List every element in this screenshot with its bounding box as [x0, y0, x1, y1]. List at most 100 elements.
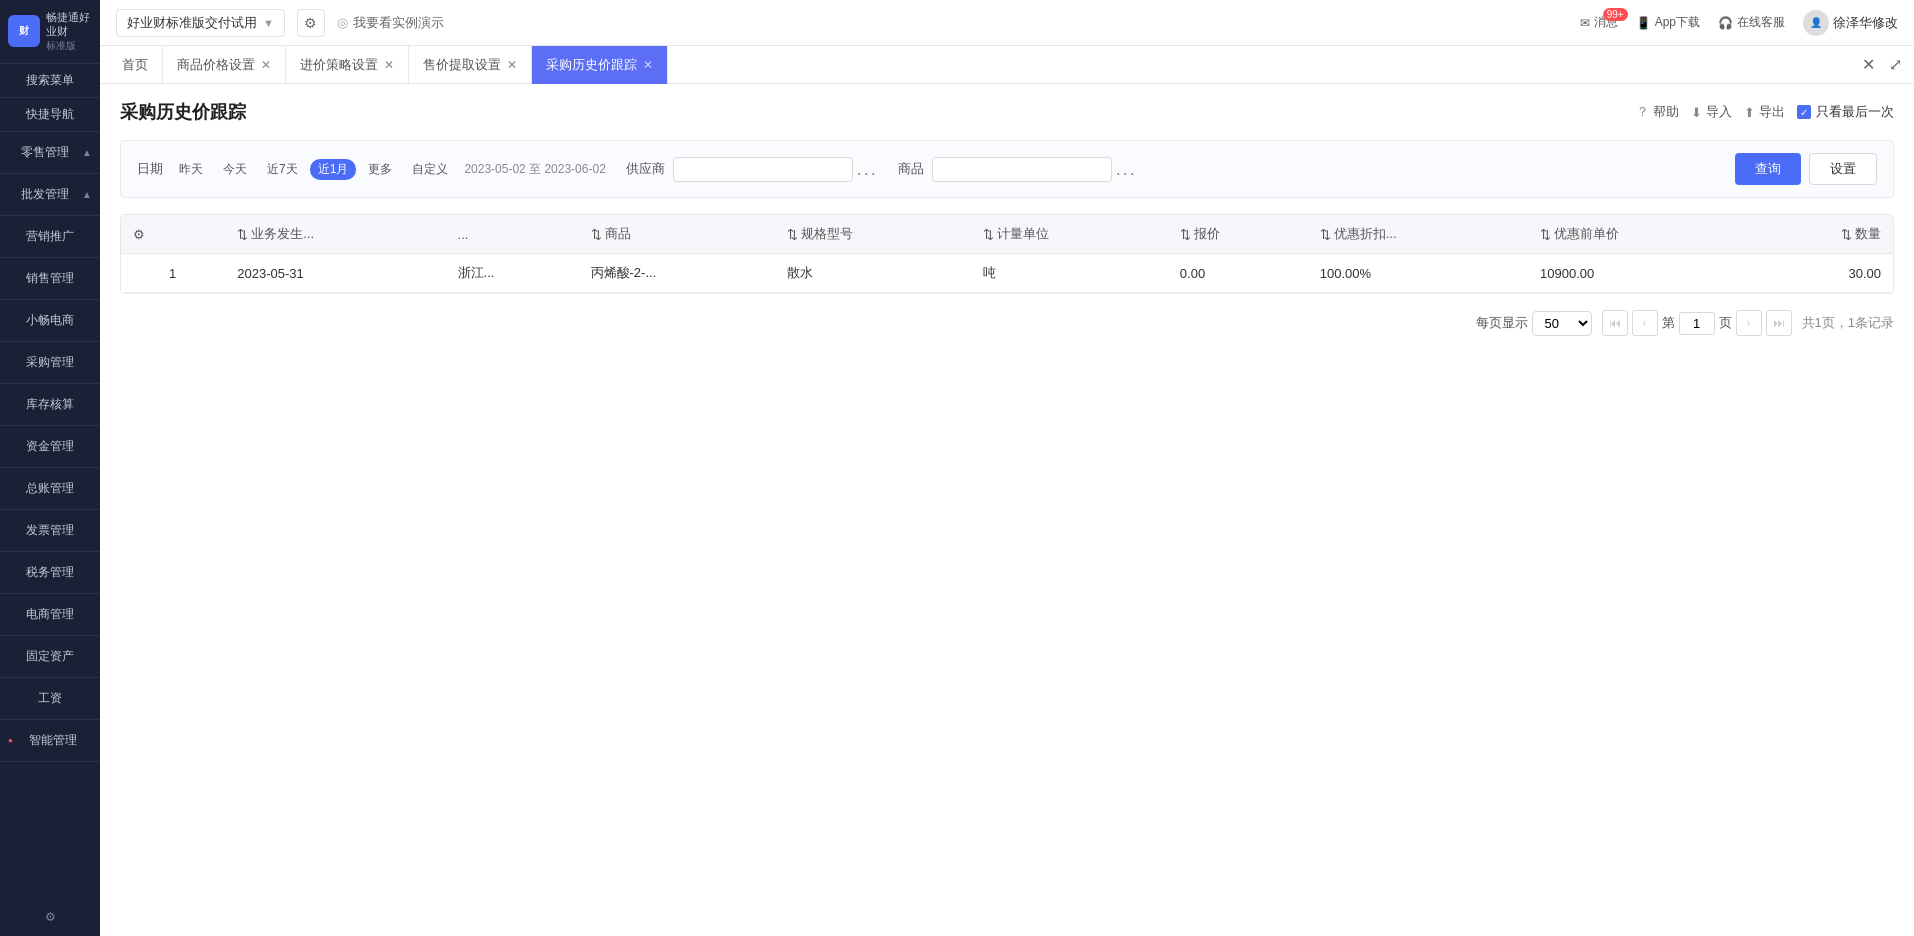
tab-history_price[interactable]: 采购历史价跟踪 ✕	[532, 46, 668, 84]
sidebar-settings[interactable]: ⚙	[0, 898, 100, 936]
page-size-label: 每页显示	[1476, 314, 1528, 332]
message-icon: ✉	[1580, 16, 1590, 30]
checkbox-icon: ✓	[1797, 105, 1811, 119]
filter-settings-button[interactable]: 设置	[1809, 153, 1877, 185]
date-label: 日期	[137, 160, 163, 178]
query-button[interactable]: 查询	[1735, 153, 1801, 185]
expand-btn[interactable]: ⤢	[1885, 53, 1906, 76]
app-download-btn[interactable]: 📱 App下载	[1636, 14, 1700, 31]
prev-page-btn[interactable]: ‹	[1632, 310, 1658, 336]
date-option-last1m[interactable]: 近1月	[310, 159, 357, 180]
topbar-settings-icon[interactable]: ⚙	[297, 9, 325, 37]
th-gear[interactable]: ⚙	[121, 215, 157, 254]
supplier-more[interactable]: ...	[857, 159, 878, 180]
sidebar-item-ledger[interactable]: 总账管理	[0, 468, 100, 510]
main-wrapper: 好业财标准版交付试用 ▼ ⚙ ◎ 我要看实例演示 ✉ 消息 99+ 📱 App下…	[100, 0, 1914, 936]
product-more[interactable]: ...	[1116, 159, 1137, 180]
messages-btn[interactable]: ✉ 消息 99+	[1580, 14, 1618, 31]
th-more1[interactable]: ...	[446, 215, 579, 254]
sidebar-item-assets[interactable]: 固定资产	[0, 636, 100, 678]
th-pre-discount-price[interactable]: ⇅ 优惠前单价	[1528, 215, 1753, 254]
cell-quote: 0.00	[1168, 254, 1308, 293]
sidebar-item-tax[interactable]: 税务管理	[0, 552, 100, 594]
online-support-btn[interactable]: 🎧 在线客服	[1718, 14, 1785, 31]
th-discount[interactable]: ⇅ 优惠折扣...	[1308, 215, 1528, 254]
version-selector[interactable]: 好业财标准版交付试用 ▼	[116, 9, 285, 37]
tab-close-price[interactable]: ✕	[261, 58, 271, 72]
date-range: 2023-05-02 至 2023-06-02	[464, 161, 605, 178]
date-filter-group: 日期 昨天 今天 近7天 近1月 更多 自定义 2023-05-02 至 202…	[137, 159, 606, 180]
help-btn[interactable]: ？ 帮助	[1636, 103, 1679, 121]
sidebar-item-ecommerce_small[interactable]: 小畅电商	[0, 300, 100, 342]
date-option-custom[interactable]: 自定义	[404, 159, 456, 180]
th-unit[interactable]: ⇅ 计量单位	[971, 215, 1168, 254]
th-quote[interactable]: ⇅ 报价	[1168, 215, 1308, 254]
demo-link[interactable]: ◎ 我要看实例演示	[337, 14, 444, 32]
date-option-last7[interactable]: 近7天	[259, 159, 306, 180]
product-label: 商品	[898, 160, 924, 178]
sidebar-item-sales[interactable]: 销售管理	[0, 258, 100, 300]
supplier-input[interactable]	[673, 157, 853, 182]
tab-label-price: 商品价格设置	[177, 56, 255, 74]
sidebar-item-inventory[interactable]: 库存核算	[0, 384, 100, 426]
next-page-btn[interactable]: ›	[1736, 310, 1762, 336]
help-label: 帮助	[1653, 103, 1679, 121]
tab-purchase_strategy[interactable]: 进价策略设置✕	[286, 46, 409, 84]
topbar-right: ✉ 消息 99+ 📱 App下载 🎧 在线客服 👤 徐泽华修改	[1580, 10, 1898, 36]
tab-sale_price[interactable]: 售价提取设置✕	[409, 46, 532, 84]
sidebar-item-label-payroll: 工资	[8, 690, 92, 707]
th-product[interactable]: ⇅ 商品	[579, 215, 775, 254]
date-option-more[interactable]: 更多	[360, 159, 400, 180]
product-input[interactable]	[932, 157, 1112, 182]
th-bizdate[interactable]: ⇅ 业务发生...	[225, 215, 445, 254]
sidebar-item-ecommerce[interactable]: 电商管理	[0, 594, 100, 636]
date-option-yesterday[interactable]: 昨天	[171, 159, 211, 180]
tab-label-history_price: 采购历史价跟踪	[546, 56, 637, 74]
sidebar-quicknav[interactable]: 快捷导航	[0, 98, 100, 132]
sidebar-item-smart[interactable]: 智能管理	[0, 720, 100, 762]
tab-close-purchase_strategy[interactable]: ✕	[384, 58, 394, 72]
page-size-dropdown[interactable]: 50 100 200	[1532, 311, 1592, 336]
tab-price[interactable]: 商品价格设置 ✕	[163, 46, 286, 84]
tab-home[interactable]: 首页	[108, 46, 163, 84]
page-input[interactable]	[1679, 312, 1715, 335]
page-inner: 采购历史价跟踪 ？ 帮助 ⬇ 导入 ⬆ 导出 ✓	[100, 84, 1914, 936]
export-btn[interactable]: ⬆ 导出	[1744, 103, 1785, 121]
close-all-btn[interactable]: ✕	[1858, 53, 1879, 76]
cell-unit: 吨	[971, 254, 1168, 293]
first-page-btn[interactable]: ⏮	[1602, 310, 1628, 336]
topbar: 好业财标准版交付试用 ▼ ⚙ ◎ 我要看实例演示 ✉ 消息 99+ 📱 App下…	[100, 0, 1914, 46]
sidebar-item-finance[interactable]: 资金管理	[0, 426, 100, 468]
table-wrapper: ⚙ ⇅ 业务发生... ... ⇅	[120, 214, 1894, 294]
filter-actions: 查询 设置	[1735, 153, 1877, 185]
sidebar-items: 零售管理 ▲ 批发管理 ▲ 营销推广 销售管理 小畅电商 采购管理 库存核算 资…	[0, 132, 100, 762]
th-spec[interactable]: ⇅ 规格型号	[775, 215, 972, 254]
tab-close-history_price[interactable]: ✕	[643, 58, 653, 72]
table-body: 1 2023-05-31 浙江... 丙烯酸-2-... 散水 吨 0.00 1…	[121, 254, 1893, 293]
table-row[interactable]: 1 2023-05-31 浙江... 丙烯酸-2-... 散水 吨 0.00 1…	[121, 254, 1893, 293]
sidebar-item-invoice[interactable]: 发票管理	[0, 510, 100, 552]
th-qty[interactable]: ⇅ 数量	[1753, 215, 1893, 254]
user-menu[interactable]: 👤 徐泽华修改	[1803, 10, 1898, 36]
import-btn[interactable]: ⬇ 导入	[1691, 103, 1732, 121]
sidebar-item-label-finance: 资金管理	[8, 438, 92, 455]
sidebar-item-payroll[interactable]: 工资	[0, 678, 100, 720]
sidebar-item-arrow-wholesale: ▲	[82, 189, 92, 200]
sidebar-search[interactable]: 搜索菜单	[0, 64, 100, 98]
th-index	[157, 215, 225, 254]
import-icon: ⬇	[1691, 105, 1702, 120]
last-page-btn[interactable]: ⏭	[1766, 310, 1792, 336]
sidebar-item-marketing[interactable]: 营销推广	[0, 216, 100, 258]
sidebar-item-purchase[interactable]: 采购管理	[0, 342, 100, 384]
sidebar-item-retail[interactable]: 零售管理 ▲	[0, 132, 100, 174]
table-header-row: ⚙ ⇅ 业务发生... ... ⇅	[121, 215, 1893, 254]
logo-text: 畅捷通好业财 标准版	[46, 10, 92, 53]
only-last-label: 只看最后一次	[1816, 103, 1894, 121]
page-nav: ⏮ ‹ 第 页 › ⏭	[1602, 310, 1792, 336]
only-last-checkbox[interactable]: ✓ 只看最后一次	[1797, 103, 1894, 121]
date-option-today[interactable]: 今天	[215, 159, 255, 180]
tab-close-sale_price[interactable]: ✕	[507, 58, 517, 72]
supplier-label: 供应商	[626, 160, 665, 178]
sidebar-item-wholesale[interactable]: 批发管理 ▲	[0, 174, 100, 216]
cell-index: 1	[157, 254, 225, 293]
